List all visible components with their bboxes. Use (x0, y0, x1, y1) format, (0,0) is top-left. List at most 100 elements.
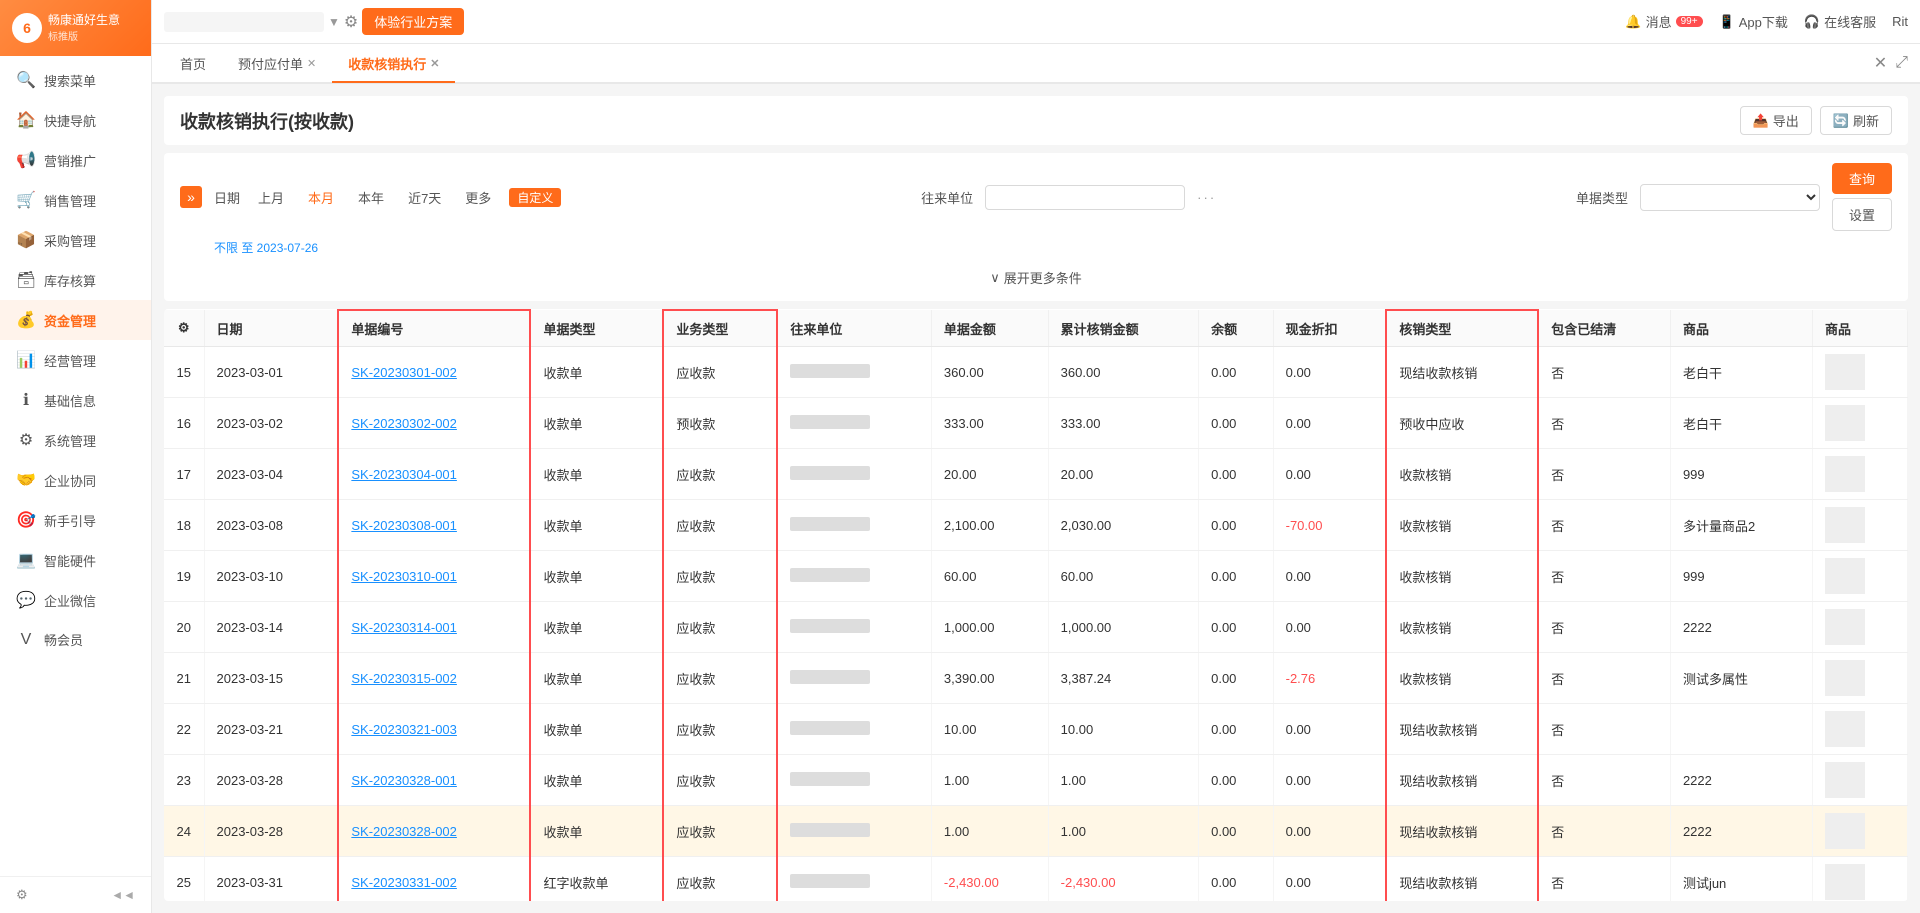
bill-no-link[interactable]: SK-20230304-001 (351, 467, 457, 482)
cell-goods: 2222 (1670, 755, 1812, 806)
hardware-icon: 💻 (16, 550, 36, 570)
export-btn[interactable]: 📤 导出 (1740, 106, 1812, 135)
bill-no-link[interactable]: SK-20230328-002 (351, 824, 457, 839)
gear-icon[interactable]: ⚙ (344, 12, 358, 32)
sidebar-collapse-btn[interactable]: ◄◄ (111, 888, 135, 902)
table-row: 23 2023-03-28 SK-20230328-001 收款单 应收款 1.… (164, 755, 1908, 806)
sidebar-item-operation[interactable]: 📊 经营管理 (0, 340, 151, 380)
tab-home[interactable]: 首页 (164, 46, 222, 83)
filter-custom-btn[interactable]: 自定义 (509, 188, 561, 207)
cell-balance: 0.00 (1199, 398, 1274, 449)
bill-no-link[interactable]: SK-20230314-001 (351, 620, 457, 635)
sidebar-item-guide[interactable]: 🎯 新手引导 (0, 500, 151, 540)
bill-no-link[interactable]: SK-20230315-002 (351, 671, 457, 686)
sidebar-item-enterprise[interactable]: 🤝 企业协同 (0, 460, 151, 500)
bill-no-link[interactable]: SK-20230302-002 (351, 416, 457, 431)
cell-cash-discount: 0.00 (1273, 704, 1386, 755)
table-row: 16 2023-03-02 SK-20230302-002 收款单 预收款 33… (164, 398, 1908, 449)
cell-bill-amount: 1.00 (931, 806, 1048, 857)
col-counter-party: 往来单位 (777, 310, 931, 347)
cell-balance: 0.00 (1199, 347, 1274, 398)
filter-7days-btn[interactable]: 近7天 (402, 186, 447, 209)
filter-prev-month-btn[interactable]: 上月 (252, 186, 290, 209)
sidebar-label-system: 系统管理 (44, 431, 96, 450)
cell-goods2 (1812, 347, 1907, 398)
purchase-icon: 📦 (16, 230, 36, 250)
bill-no-link[interactable]: SK-20230328-001 (351, 773, 457, 788)
sidebar-item-sales[interactable]: 🛒 销售管理 (0, 180, 151, 220)
col-settings[interactable]: ⚙ (164, 310, 204, 347)
cell-biz-type: 应收款 (663, 449, 777, 500)
expand-more-btn[interactable]: ∨ 展开更多条件 (180, 264, 1892, 291)
main-content: ▼ ⚙ 体验行业方案 🔔 消息 99+ 📱 App下载 🎧 在线客服 Rit (152, 0, 1920, 913)
col-bill-amount: 单据金额 (931, 310, 1048, 347)
cell-balance: 0.00 (1199, 551, 1274, 602)
sidebar-item-wechat[interactable]: 💬 企业微信 (0, 580, 151, 620)
cell-goods: 老白干 (1670, 347, 1812, 398)
cell-bill-type: 收款单 (530, 653, 663, 704)
sidebar-settings-btn[interactable]: ⚙ (16, 887, 28, 903)
cell-goods: 测试多属性 (1670, 653, 1812, 704)
app-download-btn[interactable]: 📱 App下载 (1719, 12, 1788, 31)
sidebar-item-system[interactable]: ⚙ 系统管理 (0, 420, 151, 460)
sidebar-label-wechat: 企业微信 (44, 591, 96, 610)
sidebar-label-quick-nav: 快捷导航 (44, 111, 96, 130)
tab-prepay[interactable]: 预付应付单 ✕ (222, 46, 332, 83)
sidebar-item-inventory[interactable]: 🗃 库存核算 (0, 260, 151, 300)
cell-date: 2023-03-21 (204, 704, 338, 755)
bell-icon: 🔔 (1625, 14, 1641, 30)
cell-bill-amount: 333.00 (931, 398, 1048, 449)
tab-receipt-offset[interactable]: 收款核销执行 ✕ (332, 46, 455, 83)
sidebar-item-hardware[interactable]: 💻 智能硬件 (0, 540, 151, 580)
tab-receipt-offset-close[interactable]: ✕ (430, 57, 439, 70)
cell-include-settled: 否 (1538, 500, 1670, 551)
cell-offset-type: 收款核销 (1386, 602, 1538, 653)
filter-this-month-btn[interactable]: 本月 (302, 186, 340, 209)
settings-btn[interactable]: 设置 (1832, 198, 1892, 231)
bill-no-link[interactable]: SK-20230308-001 (351, 518, 457, 533)
sidebar-item-member[interactable]: V 畅会员 (0, 620, 151, 659)
filter-collapse-btn[interactable]: » (180, 186, 202, 208)
bill-no-link[interactable]: SK-20230331-002 (351, 875, 457, 890)
sidebar: 6 畅康通好生意 标推版 🔍 搜索菜单 🏠 快捷导航 📢 营销推广 🛒 销售管理… (0, 0, 152, 913)
tab-close-all-icon[interactable]: ✕ (1874, 53, 1887, 73)
bill-no-link[interactable]: SK-20230301-002 (351, 365, 457, 380)
finance-icon: 💰 (16, 310, 36, 330)
cell-bill-type: 收款单 (530, 602, 663, 653)
filter-more-btn[interactable]: 更多 (459, 186, 497, 209)
cell-bill-amount: -2,430.00 (931, 857, 1048, 902)
cell-bill-amount: 60.00 (931, 551, 1048, 602)
cell-balance: 0.00 (1199, 653, 1274, 704)
cell-bill-type: 收款单 (530, 347, 663, 398)
bill-no-link[interactable]: SK-20230321-003 (351, 722, 457, 737)
receipt-type-select[interactable] (1640, 184, 1820, 211)
sidebar-label-basic: 基础信息 (44, 391, 96, 410)
solution-btn[interactable]: 体验行业方案 (362, 8, 464, 35)
sidebar-item-quick-nav[interactable]: 🏠 快捷导航 (0, 100, 151, 140)
cell-include-settled: 否 (1538, 755, 1670, 806)
col-cum-offset: 累计核销金额 (1048, 310, 1198, 347)
sidebar-item-finance[interactable]: 💰 资金管理 (0, 300, 151, 340)
cell-balance: 0.00 (1199, 857, 1274, 902)
online-service-btn[interactable]: 🎧 在线客服 (1804, 12, 1876, 31)
tab-expand-icon[interactable]: ⤢ (1895, 54, 1908, 72)
user-info[interactable]: Rit (1892, 14, 1908, 29)
bill-no-link[interactable]: SK-20230310-001 (351, 569, 457, 584)
filter-this-year-btn[interactable]: 本年 (352, 186, 390, 209)
cell-bill-amount: 10.00 (931, 704, 1048, 755)
cell-bill-no: SK-20230331-002 (338, 857, 530, 902)
refresh-btn[interactable]: 🔄 刷新 (1820, 106, 1892, 135)
sidebar-item-purchase[interactable]: 📦 采购管理 (0, 220, 151, 260)
sidebar-item-basic[interactable]: ℹ 基础信息 (0, 380, 151, 420)
notification-btn[interactable]: 🔔 消息 99+ (1625, 12, 1702, 31)
sidebar-item-marketing[interactable]: 📢 营销推广 (0, 140, 151, 180)
cell-no: 16 (164, 398, 204, 449)
query-btn[interactable]: 查询 (1832, 163, 1892, 194)
col-goods2: 商品 (1812, 310, 1907, 347)
tab-prepay-close[interactable]: ✕ (307, 57, 316, 70)
sidebar-label-hardware: 智能硬件 (44, 551, 96, 570)
topbar: ▼ ⚙ 体验行业方案 🔔 消息 99+ 📱 App下载 🎧 在线客服 Rit (152, 0, 1920, 44)
sidebar-item-search[interactable]: 🔍 搜索菜单 (0, 60, 151, 100)
counter-party-input[interactable] (985, 185, 1185, 210)
cell-date: 2023-03-02 (204, 398, 338, 449)
